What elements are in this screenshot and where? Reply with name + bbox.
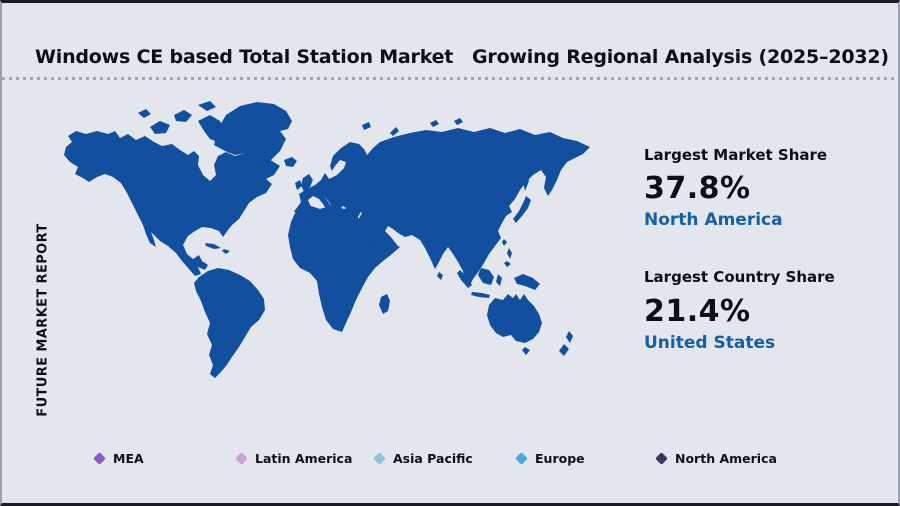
legend-item-mea: MEA — [93, 451, 144, 466]
brand-watermark: FUTURE MARKET REPORT — [35, 223, 51, 417]
legend-label: Latin America — [255, 451, 353, 466]
stat-label-market-share: Largest Market Share — [644, 146, 828, 164]
diamond-marker-icon — [515, 452, 528, 465]
dotted-divider — [2, 77, 898, 80]
world-map-landmasses — [64, 101, 590, 378]
stat-label-country-share: Largest Country Share — [644, 268, 835, 286]
stat-region-country-share: United States — [644, 333, 776, 353]
legend-label: Europe — [535, 451, 585, 466]
legend-item-north-america: North America — [655, 451, 777, 466]
legend-label: North America — [675, 451, 777, 466]
diamond-marker-icon — [235, 452, 248, 465]
diamond-marker-icon — [93, 452, 106, 465]
stat-region-market-share: North America — [644, 210, 783, 230]
stat-value-market-share: 37.8% — [644, 171, 751, 206]
world-map — [64, 101, 590, 378]
infographic-frame: Windows CE based Total Station Market Gr… — [0, 0, 900, 506]
page-subtitle: Growing Regional Analysis (2025–2032) — [472, 46, 889, 68]
legend-label: Asia Pacific — [393, 451, 473, 466]
diamond-marker-icon — [655, 452, 668, 465]
diamond-marker-icon — [373, 452, 386, 465]
legend-label: MEA — [113, 451, 144, 466]
legend-item-latin-america: Latin America — [235, 451, 353, 466]
page-title: Windows CE based Total Station Market — [35, 46, 454, 68]
legend-item-asia-pacific: Asia Pacific — [373, 451, 473, 466]
stat-value-country-share: 21.4% — [644, 294, 751, 329]
legend-item-europe: Europe — [515, 451, 585, 466]
